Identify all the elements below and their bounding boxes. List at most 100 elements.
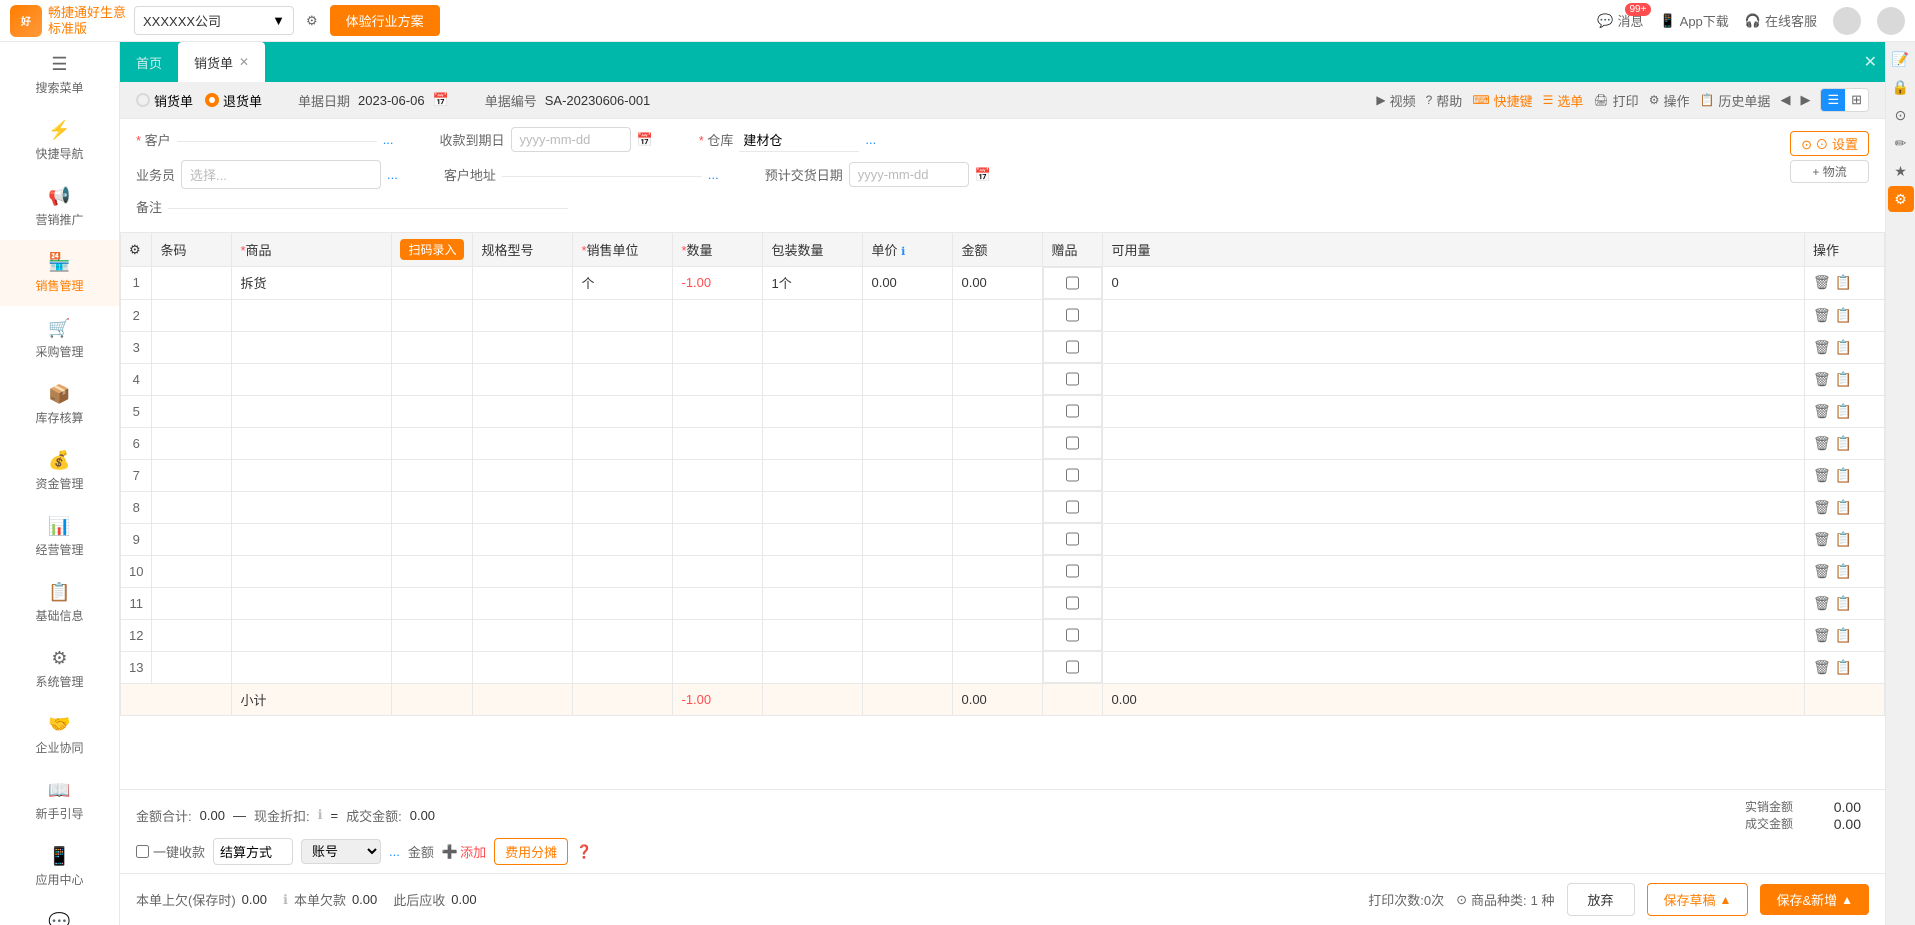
row-amount[interactable]: 0.00 (953, 267, 1043, 300)
gift-checkbox[interactable] (1066, 401, 1079, 421)
copy-row-icon[interactable]: 📋 (1835, 627, 1852, 644)
row-barcode[interactable] (152, 619, 232, 651)
row-gift[interactable] (1043, 651, 1102, 683)
row-spec[interactable] (473, 427, 573, 459)
gift-checkbox[interactable] (1066, 529, 1079, 549)
row-pack-qty[interactable] (763, 459, 863, 491)
row-qty[interactable]: -1.00 (673, 267, 763, 300)
sidebar-item-marketing[interactable]: 📢 营销推广 (0, 174, 119, 240)
row-price[interactable] (863, 331, 953, 363)
gift-checkbox[interactable] (1066, 561, 1079, 581)
row-spec[interactable] (473, 331, 573, 363)
scan-btn[interactable]: 扫码录入 (400, 239, 464, 260)
row-gift[interactable] (1043, 331, 1102, 363)
prev-icon[interactable]: ◀ (1780, 92, 1790, 108)
expected-date-calendar-icon[interactable]: 📅 (975, 167, 991, 183)
row-pack-qty[interactable] (763, 555, 863, 587)
delete-row-icon[interactable]: 🗑 (1813, 659, 1831, 676)
sidebar-item-sales[interactable]: 🏪 销售管理 (0, 240, 119, 306)
row-barcode[interactable] (152, 331, 232, 363)
calendar-icon[interactable]: 📅 (433, 92, 449, 108)
gift-checkbox[interactable] (1066, 305, 1079, 325)
copy-row-icon[interactable]: 📋 (1835, 595, 1852, 612)
delete-row-icon[interactable]: 🗑 (1813, 531, 1831, 548)
row-unit[interactable] (573, 587, 673, 619)
copy-row-icon[interactable]: 📋 (1835, 339, 1852, 356)
row-spec[interactable] (473, 267, 573, 300)
sidebar-item-app-center[interactable]: 📱 应用中心 (0, 834, 119, 900)
row-product[interactable] (232, 299, 392, 331)
warehouse-input[interactable]: 建材仓 (739, 128, 859, 152)
row-barcode[interactable] (152, 491, 232, 523)
sidebar-item-operations[interactable]: 📊 经营管理 (0, 504, 119, 570)
customer-input[interactable] (177, 137, 377, 142)
gift-checkbox[interactable] (1066, 337, 1079, 357)
row-amount[interactable] (953, 523, 1043, 555)
row-barcode[interactable] (152, 395, 232, 427)
row-price[interactable] (863, 587, 953, 619)
help-icon-owe[interactable]: ℹ (283, 892, 288, 908)
row-product[interactable] (232, 331, 392, 363)
delete-row-icon[interactable]: 🗑 (1813, 371, 1831, 388)
row-barcode[interactable] (152, 459, 232, 491)
copy-row-icon[interactable]: 📋 (1835, 467, 1852, 484)
right-tool-circle[interactable]: ⊙ (1888, 102, 1914, 128)
row-product[interactable] (232, 651, 392, 684)
right-tool-star[interactable]: ★ (1888, 158, 1914, 184)
one-click-pay-input[interactable] (136, 845, 149, 858)
row-barcode[interactable] (152, 523, 232, 555)
row-spec[interactable] (473, 555, 573, 587)
print-btn[interactable]: 🖨 打印 (1593, 91, 1638, 110)
sidebar-item-guide[interactable]: 📖 新手引导 (0, 768, 119, 834)
row-qty[interactable] (673, 427, 763, 459)
row-unit[interactable] (573, 459, 673, 491)
due-date-calendar-icon[interactable]: 📅 (637, 132, 653, 148)
copy-row-icon[interactable]: 📋 (1835, 371, 1852, 388)
row-pack-qty[interactable] (763, 619, 863, 651)
row-spec[interactable] (473, 619, 573, 651)
settings-icon[interactable]: ⚙ (302, 9, 322, 33)
video-btn[interactable]: ▶ 视频 (1376, 91, 1415, 110)
row-amount[interactable] (953, 587, 1043, 619)
row-unit[interactable] (573, 491, 673, 523)
col-settings[interactable]: ⚙ (121, 233, 152, 267)
row-spec[interactable] (473, 587, 573, 619)
row-barcode[interactable] (152, 267, 232, 300)
customer-addr-input[interactable] (502, 172, 702, 177)
row-unit[interactable] (573, 651, 673, 684)
gift-checkbox[interactable] (1066, 593, 1079, 613)
copy-row-icon[interactable]: 📋 (1835, 659, 1852, 676)
copy-row-icon[interactable]: 📋 (1835, 499, 1852, 516)
row-pack-qty[interactable] (763, 331, 863, 363)
row-gift[interactable] (1043, 491, 1102, 523)
row-qty[interactable] (673, 619, 763, 651)
next-icon[interactable]: ▶ (1800, 92, 1810, 108)
select-btn[interactable]: ☰ 选单 (1543, 91, 1584, 110)
gift-checkbox[interactable] (1066, 369, 1079, 389)
row-gift[interactable] (1043, 459, 1102, 491)
row-unit[interactable] (573, 619, 673, 651)
account-dots[interactable]: ... (389, 844, 400, 859)
row-price[interactable] (863, 651, 953, 684)
sidebar-item-purchase[interactable]: 🛒 采购管理 (0, 306, 119, 372)
row-price[interactable] (863, 523, 953, 555)
row-amount[interactable] (953, 299, 1043, 331)
row-pack-qty[interactable] (763, 299, 863, 331)
remarks-input[interactable] (168, 204, 568, 209)
help-btn[interactable]: ? 帮助 (1426, 91, 1463, 110)
app-download-button[interactable]: 📱 App下载 (1659, 11, 1728, 30)
row-gift[interactable] (1043, 267, 1102, 299)
sidebar-item-search[interactable]: ☰ 搜索菜单 (0, 42, 119, 108)
copy-row-icon[interactable]: 📋 (1835, 531, 1852, 548)
row-barcode[interactable] (152, 651, 232, 684)
sidebar-item-system[interactable]: ⚙ 系统管理 (0, 636, 119, 702)
right-tool-note[interactable]: 📝 (1888, 46, 1914, 72)
row-price[interactable] (863, 363, 953, 395)
logistics-form-button[interactable]: + 物流 (1790, 160, 1869, 183)
row-unit[interactable] (573, 299, 673, 331)
copy-row-icon[interactable]: 📋 (1835, 403, 1852, 420)
row-product[interactable] (232, 395, 392, 427)
add-payment-button[interactable]: ➕ 添加 (442, 842, 486, 861)
right-tool-lock[interactable]: 🔒 (1888, 74, 1914, 100)
shortcut-btn[interactable]: ⌨ 快捷键 (1472, 91, 1532, 110)
